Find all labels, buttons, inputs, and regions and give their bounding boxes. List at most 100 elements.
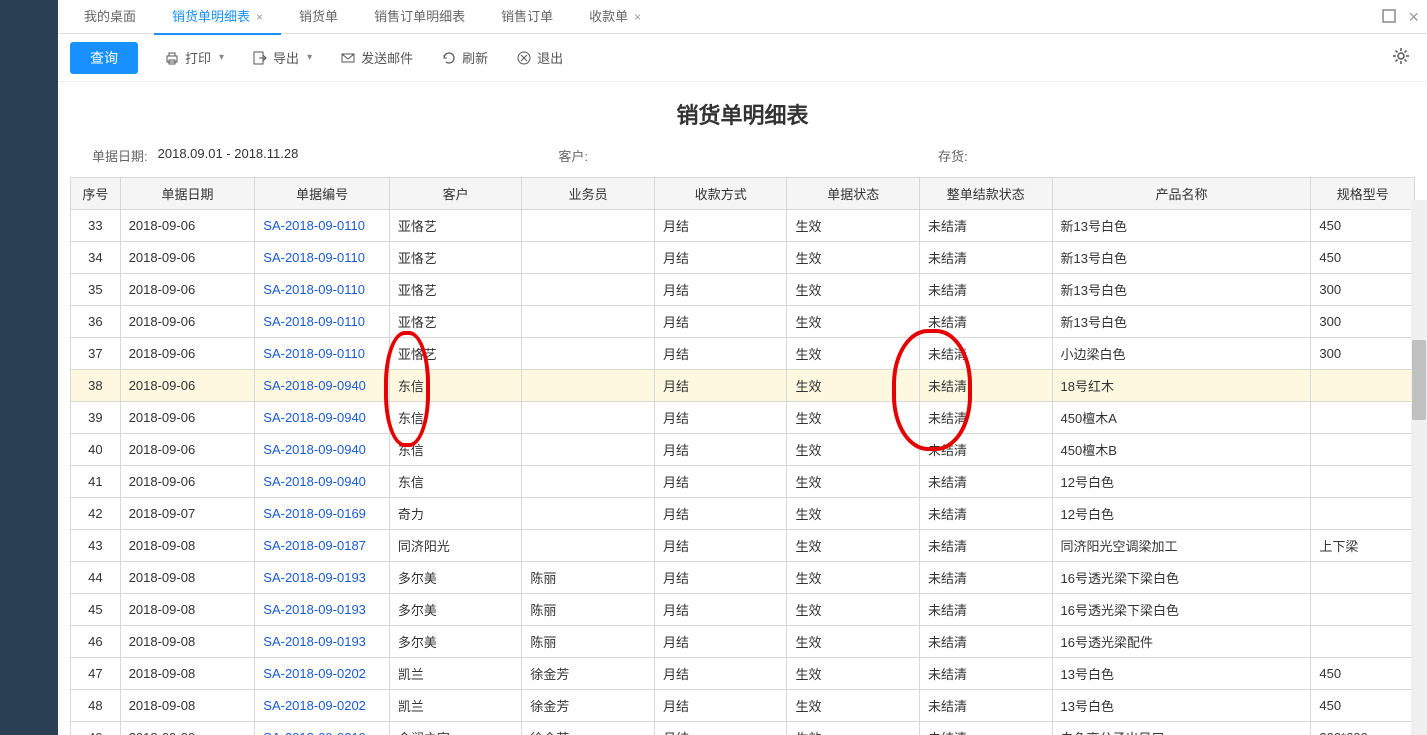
tab-销货单明细表[interactable]: 销货单明细表×: [154, 0, 281, 34]
docno-link[interactable]: SA-2018-09-0193: [263, 602, 366, 617]
cell-docno[interactable]: SA-2018-09-0940: [255, 402, 390, 434]
export-button[interactable]: 导出 ▾: [240, 42, 324, 73]
tab-label: 销货单: [299, 0, 338, 34]
docno-link[interactable]: SA-2018-09-0110: [263, 346, 365, 361]
table-row[interactable]: 472018-09-08SA-2018-09-0202凯兰徐金芳月结生效未结清1…: [71, 658, 1415, 690]
cell-docno[interactable]: SA-2018-09-0202: [255, 658, 390, 690]
docno-link[interactable]: SA-2018-09-0110: [263, 218, 365, 233]
cell-docno[interactable]: SA-2018-09-0940: [255, 466, 390, 498]
table-row[interactable]: 342018-09-06SA-2018-09-0110亚恪艺月结生效未结清新13…: [71, 242, 1415, 274]
docno-link[interactable]: SA-2018-09-0187: [263, 538, 366, 553]
cell-paymethod: 月结: [654, 626, 787, 658]
cell-docno[interactable]: SA-2018-09-0940: [255, 370, 390, 402]
col-salesperson[interactable]: 业务员: [522, 178, 655, 210]
cell-docstatus: 生效: [787, 274, 920, 306]
print-icon: [164, 50, 180, 66]
col-paymethod[interactable]: 收款方式: [654, 178, 787, 210]
docno-link[interactable]: SA-2018-09-0202: [263, 698, 366, 713]
table-row[interactable]: 362018-09-06SA-2018-09-0110亚恪艺月结生效未结清新13…: [71, 306, 1415, 338]
refresh-button[interactable]: 刷新: [429, 42, 500, 73]
cell-docno[interactable]: SA-2018-09-0193: [255, 562, 390, 594]
sendmail-button[interactable]: 发送邮件: [328, 42, 425, 73]
cell-docno[interactable]: SA-2018-09-0202: [255, 690, 390, 722]
table-row[interactable]: 392018-09-06SA-2018-09-0940东信月结生效未结清450檀…: [71, 402, 1415, 434]
table-row[interactable]: 372018-09-06SA-2018-09-0110亚恪艺月结生效未结清小边梁…: [71, 338, 1415, 370]
cell-customer: 东信: [389, 402, 522, 434]
cell-docno[interactable]: SA-2018-09-0193: [255, 594, 390, 626]
table-row[interactable]: 402018-09-06SA-2018-09-0940东信月结生效未结清450檀…: [71, 434, 1415, 466]
maximize-icon[interactable]: [1382, 9, 1396, 26]
cell-docno[interactable]: SA-2018-09-0940: [255, 434, 390, 466]
cell-docno[interactable]: SA-2018-09-0110: [255, 338, 390, 370]
table-row[interactable]: 442018-09-08SA-2018-09-0193多尔美陈丽月结生效未结清1…: [71, 562, 1415, 594]
col-customer[interactable]: 客户: [389, 178, 522, 210]
cell-product: 450檀木B: [1052, 434, 1311, 466]
tab-销售订单[interactable]: 销售订单: [483, 0, 571, 34]
table-row[interactable]: 492018-09-09SA-2018-09-0219金澜之家徐金芳月结生效未结…: [71, 722, 1415, 735]
docno-link[interactable]: SA-2018-09-0940: [263, 410, 366, 425]
table-row[interactable]: 422018-09-07SA-2018-09-0169奇力月结生效未结清12号白…: [71, 498, 1415, 530]
cell-seq: 47: [71, 658, 121, 690]
cell-docno[interactable]: SA-2018-09-0187: [255, 530, 390, 562]
docno-link[interactable]: SA-2018-09-0219: [263, 730, 366, 735]
cell-date: 2018-09-06: [120, 466, 255, 498]
scrollbar-thumb[interactable]: [1412, 340, 1426, 420]
cell-settlestatus: 未结清: [920, 690, 1053, 722]
docno-link[interactable]: SA-2018-09-0940: [263, 474, 366, 489]
close-icon[interactable]: ×: [256, 0, 263, 34]
cell-docno[interactable]: SA-2018-09-0193: [255, 626, 390, 658]
vertical-scrollbar[interactable]: [1411, 200, 1427, 735]
table-row[interactable]: 412018-09-06SA-2018-09-0940东信月结生效未结清12号白…: [71, 466, 1415, 498]
cell-docno[interactable]: SA-2018-09-0110: [255, 274, 390, 306]
cell-docno[interactable]: SA-2018-09-0110: [255, 306, 390, 338]
col-docstatus[interactable]: 单据状态: [787, 178, 920, 210]
cell-docno[interactable]: SA-2018-09-0110: [255, 210, 390, 242]
cell-seq: 38: [71, 370, 121, 402]
table-row[interactable]: 482018-09-08SA-2018-09-0202凯兰徐金芳月结生效未结清1…: [71, 690, 1415, 722]
close-icon[interactable]: ×: [1408, 7, 1419, 28]
exit-button[interactable]: 退出: [504, 42, 575, 73]
cell-spec: [1311, 498, 1415, 530]
query-button[interactable]: 查询: [70, 42, 138, 74]
docno-link[interactable]: SA-2018-09-0193: [263, 570, 366, 585]
cell-docno[interactable]: SA-2018-09-0169: [255, 498, 390, 530]
docno-link[interactable]: SA-2018-09-0202: [263, 666, 366, 681]
docno-link[interactable]: SA-2018-09-0110: [263, 314, 365, 329]
docno-link[interactable]: SA-2018-09-0110: [263, 282, 365, 297]
tab-我的桌面[interactable]: 我的桌面: [66, 0, 154, 34]
cell-docstatus: 生效: [787, 466, 920, 498]
settings-button[interactable]: [1391, 46, 1411, 69]
cell-docno[interactable]: SA-2018-09-0219: [255, 722, 390, 735]
cell-spec: [1311, 594, 1415, 626]
docno-link[interactable]: SA-2018-09-0110: [263, 250, 365, 265]
tab-收款单[interactable]: 收款单×: [571, 0, 659, 34]
cell-date: 2018-09-07: [120, 498, 255, 530]
table-row[interactable]: 452018-09-08SA-2018-09-0193多尔美陈丽月结生效未结清1…: [71, 594, 1415, 626]
tab-销货单[interactable]: 销货单: [281, 0, 356, 34]
cell-product: 13号白色: [1052, 690, 1311, 722]
table-row[interactable]: 332018-09-06SA-2018-09-0110亚恪艺月结生效未结清新13…: [71, 210, 1415, 242]
table-row[interactable]: 432018-09-08SA-2018-09-0187同济阳光月结生效未结清同济…: [71, 530, 1415, 562]
table-row[interactable]: 382018-09-06SA-2018-09-0940东信月结生效未结清18号红…: [71, 370, 1415, 402]
col-docno[interactable]: 单据编号: [255, 178, 390, 210]
docno-link[interactable]: SA-2018-09-0169: [263, 506, 366, 521]
print-button[interactable]: 打印 ▾: [152, 42, 236, 73]
cell-product: 小边梁白色: [1052, 338, 1311, 370]
docno-link[interactable]: SA-2018-09-0940: [263, 442, 366, 457]
cell-spec: [1311, 402, 1415, 434]
col-settlestatus[interactable]: 整单结款状态: [920, 178, 1053, 210]
col-seq[interactable]: 序号: [71, 178, 121, 210]
cell-customer: 东信: [389, 370, 522, 402]
tab-销售订单明细表[interactable]: 销售订单明细表: [356, 0, 483, 34]
cell-product: 16号透光梁下梁白色: [1052, 594, 1311, 626]
table-row[interactable]: 462018-09-08SA-2018-09-0193多尔美陈丽月结生效未结清1…: [71, 626, 1415, 658]
col-spec[interactable]: 规格型号: [1311, 178, 1415, 210]
col-date[interactable]: 单据日期: [120, 178, 255, 210]
docno-link[interactable]: SA-2018-09-0940: [263, 378, 366, 393]
cell-docno[interactable]: SA-2018-09-0110: [255, 242, 390, 274]
close-icon[interactable]: ×: [634, 0, 641, 34]
tab-label: 收款单: [589, 0, 628, 34]
docno-link[interactable]: SA-2018-09-0193: [263, 634, 366, 649]
table-row[interactable]: 352018-09-06SA-2018-09-0110亚恪艺月结生效未结清新13…: [71, 274, 1415, 306]
col-product[interactable]: 产品名称: [1052, 178, 1311, 210]
